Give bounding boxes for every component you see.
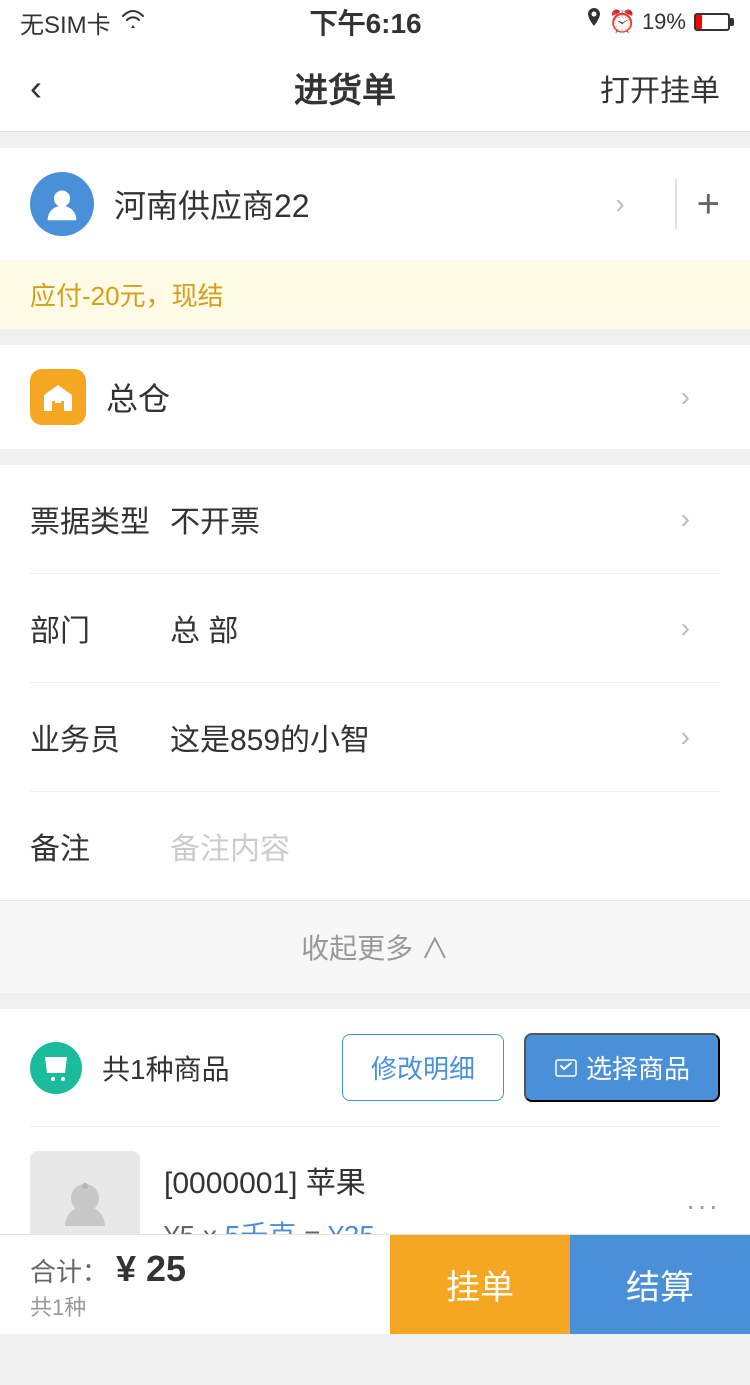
collapse-bar[interactable]: 收起更多 ∧ bbox=[0, 900, 750, 993]
product-more-button[interactable]: ··· bbox=[686, 1190, 720, 1222]
salesman-value: 这是859的小智 bbox=[170, 715, 681, 759]
total-sub: 共1种 bbox=[30, 1290, 360, 1322]
form-section: 票据类型 不开票 › 部门 总 部 › 业务员 这是859的小智 › 备注 备注… bbox=[0, 465, 750, 900]
warehouse-icon bbox=[30, 369, 86, 425]
supplier-row[interactable]: 河南供应商22 › + bbox=[0, 148, 750, 260]
supplier-section: 河南供应商22 › + 应付-20元，现结 bbox=[0, 148, 750, 329]
modify-detail-button[interactable]: 修改明细 bbox=[342, 1034, 504, 1101]
warehouse-chevron-icon: › bbox=[681, 381, 690, 413]
status-time: 下午6:16 bbox=[310, 2, 422, 42]
product-code: [0000001] bbox=[164, 1167, 297, 1200]
bottom-bar: 合计： ¥ 25 共1种 挂单 结算 bbox=[0, 1234, 750, 1334]
product-title: 苹果 bbox=[306, 1167, 366, 1200]
separator-4 bbox=[0, 993, 750, 1009]
salesman-chevron-icon: › bbox=[681, 721, 690, 753]
supplier-notice: 应付-20元，现结 bbox=[0, 260, 750, 329]
battery-icon bbox=[694, 13, 730, 31]
supplier-avatar bbox=[30, 172, 94, 236]
remark-label: 备注 bbox=[30, 824, 170, 868]
separator-1 bbox=[0, 132, 750, 148]
supplier-divider bbox=[675, 179, 677, 229]
signal-text: 无SIM卡 bbox=[20, 5, 111, 40]
add-supplier-button[interactable]: + bbox=[697, 182, 720, 227]
total-amount: ¥ 25 bbox=[116, 1248, 186, 1290]
department-value: 总 部 bbox=[170, 606, 681, 650]
products-count: 共1种商品 bbox=[102, 1048, 322, 1088]
salesman-row[interactable]: 业务员 这是859的小智 › bbox=[0, 683, 750, 791]
products-header: 共1种商品 修改明细 选择商品 bbox=[0, 1009, 750, 1126]
invoice-chevron-icon: › bbox=[681, 503, 690, 535]
status-bar: 无SIM卡 下午6:16 ⏰ 19% bbox=[0, 0, 750, 44]
warehouse-name: 总仓 bbox=[106, 374, 681, 420]
warehouse-row[interactable]: 总仓 › bbox=[0, 345, 750, 449]
wifi-icon bbox=[119, 8, 147, 36]
remark-row[interactable]: 备注 备注内容 bbox=[0, 792, 750, 900]
page-title: 进货单 bbox=[294, 63, 396, 112]
select-product-label: 选择商品 bbox=[586, 1049, 690, 1086]
invoice-value: 不开票 bbox=[170, 497, 681, 541]
department-label: 部门 bbox=[30, 606, 170, 650]
checkout-button[interactable]: 结算 bbox=[570, 1235, 750, 1334]
pending-button[interactable]: 挂单 bbox=[390, 1235, 570, 1334]
products-icon bbox=[30, 1042, 82, 1094]
location-icon bbox=[585, 8, 603, 36]
alarm-icon: ⏰ bbox=[609, 9, 636, 35]
salesman-label: 业务员 bbox=[30, 715, 170, 759]
status-left: 无SIM卡 bbox=[20, 5, 147, 40]
department-chevron-icon: › bbox=[681, 612, 690, 644]
separator-3 bbox=[0, 449, 750, 465]
battery-text: 19% bbox=[642, 9, 686, 35]
supplier-name: 河南供应商22 bbox=[114, 181, 615, 227]
warehouse-section: 总仓 › bbox=[0, 345, 750, 449]
separator-2 bbox=[0, 329, 750, 345]
product-name: [0000001] 苹果 bbox=[164, 1158, 662, 1202]
invoice-label: 票据类型 bbox=[30, 497, 170, 541]
remark-input[interactable]: 备注内容 bbox=[170, 824, 720, 868]
invoice-row[interactable]: 票据类型 不开票 › bbox=[0, 465, 750, 573]
select-product-button[interactable]: 选择商品 bbox=[524, 1033, 720, 1102]
supplier-chevron-icon: › bbox=[615, 188, 624, 220]
status-right: ⏰ 19% bbox=[585, 8, 730, 36]
open-pending-button[interactable]: 打开挂单 bbox=[600, 66, 720, 110]
total-label: 合计： bbox=[30, 1252, 108, 1289]
back-button[interactable]: ‹ bbox=[30, 67, 90, 109]
bottom-total: 合计： ¥ 25 共1种 bbox=[0, 1235, 390, 1334]
department-row[interactable]: 部门 总 部 › bbox=[0, 574, 750, 682]
nav-bar: ‹ 进货单 打开挂单 bbox=[0, 44, 750, 132]
